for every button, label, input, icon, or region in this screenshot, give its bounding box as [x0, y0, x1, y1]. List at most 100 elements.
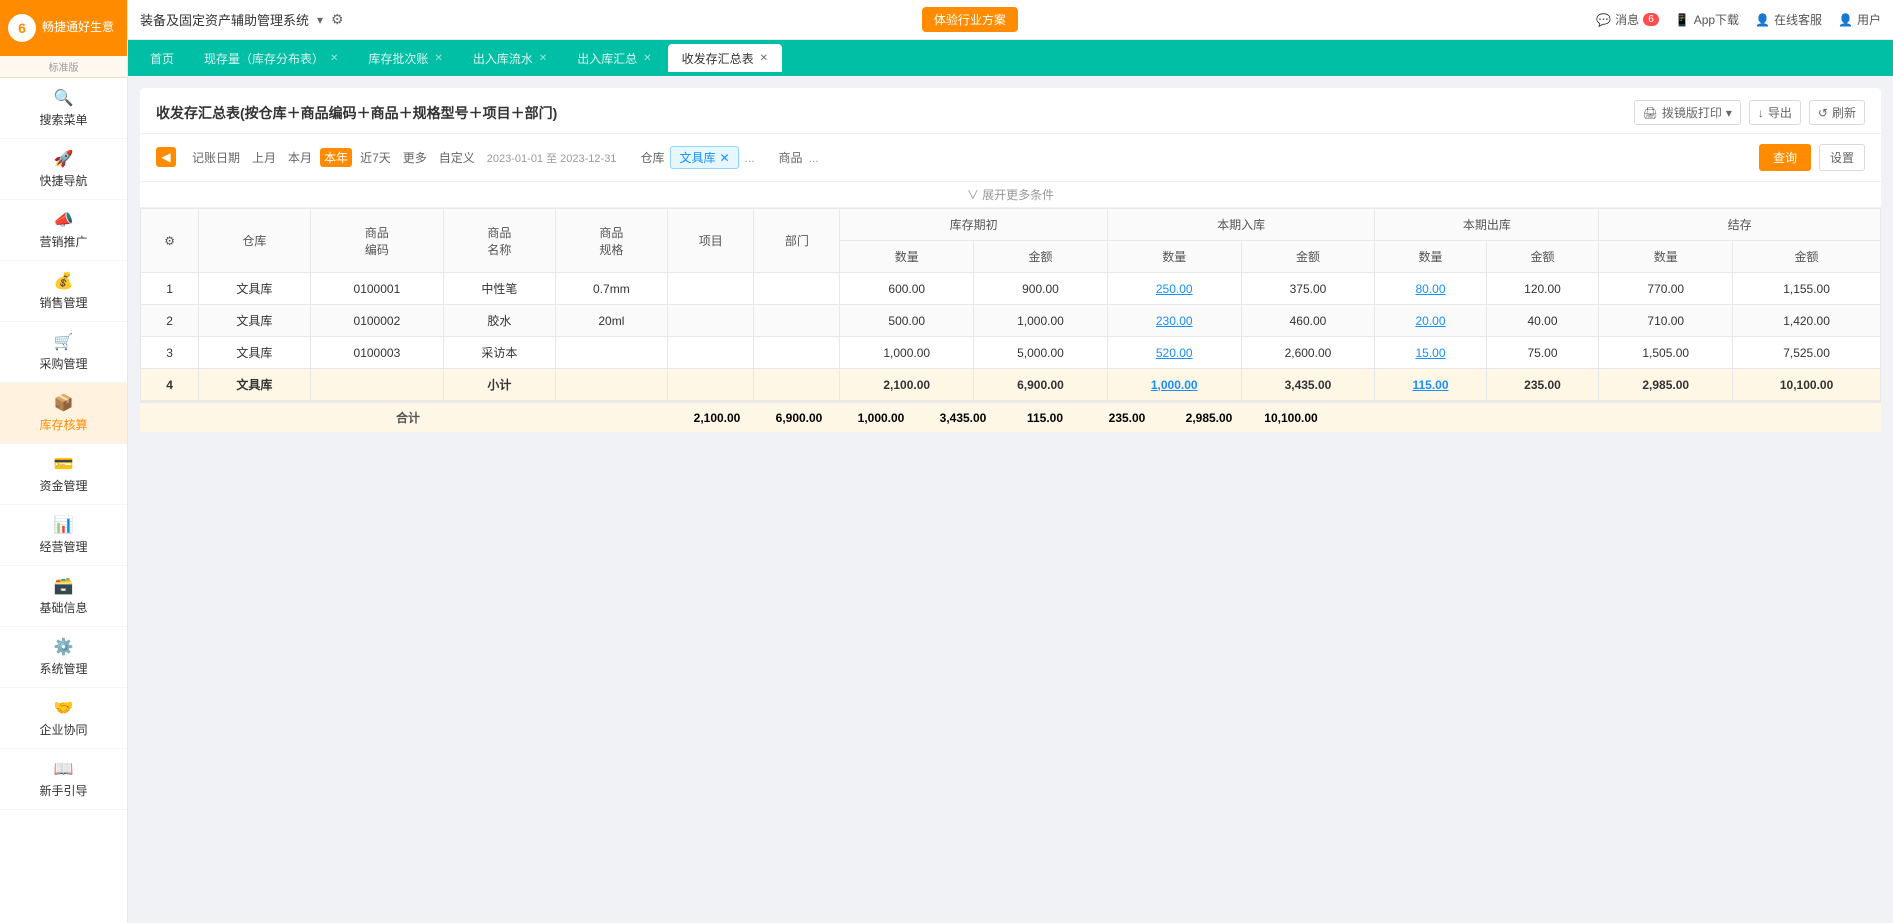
- sidebar-item-quicknav[interactable]: 🚀 快捷导航: [0, 139, 127, 200]
- sidebar-item-marketing[interactable]: 📣 营销推广: [0, 200, 127, 261]
- sidebar-item-guide[interactable]: 📖 新手引导: [0, 749, 127, 810]
- th-warehouse: 仓库: [199, 209, 310, 273]
- handshake-icon: 🤝: [54, 698, 74, 718]
- tab-label: 出入库汇总: [577, 50, 637, 67]
- th-in-amt: 金额: [1241, 241, 1375, 273]
- warehouse-tag: 文具库 ✕: [670, 146, 738, 169]
- sidebar-item-basic-info[interactable]: 🗃️ 基础信息: [0, 566, 127, 627]
- warehouse-tag-close-icon[interactable]: ✕: [719, 151, 729, 165]
- user-icon: 👤: [1838, 13, 1853, 27]
- date-opt-custom[interactable]: 自定义: [435, 148, 479, 167]
- sidebar-item-purchase[interactable]: 🛒 采购管理: [0, 322, 127, 383]
- cell-qty-out[interactable]: 20.00: [1375, 305, 1486, 337]
- logo-icon: 6: [8, 14, 36, 42]
- cell-qty-bal: 770.00: [1599, 273, 1733, 305]
- cell-qty-in[interactable]: 250.00: [1107, 273, 1241, 305]
- th-dept: 部门: [754, 209, 840, 273]
- cell-qty-out[interactable]: 80.00: [1375, 273, 1486, 305]
- tab-home-label: 首页: [150, 50, 174, 67]
- cell-amt-out: 40.00: [1486, 305, 1599, 337]
- tab-close-icon[interactable]: ✕: [434, 53, 442, 64]
- cell-amt-in: 3,435.00: [1241, 369, 1375, 401]
- tab-label: 收发存汇总表: [682, 50, 754, 67]
- cell-qty-out[interactable]: 115.00: [1375, 369, 1486, 401]
- sidebar-item-inventory[interactable]: 📦 库存核算: [0, 383, 127, 444]
- th-settings[interactable]: ⚙: [141, 209, 199, 273]
- tab-home[interactable]: 首页: [136, 44, 188, 72]
- cell-name: 中性笔: [444, 273, 555, 305]
- support-icon: 👤: [1755, 13, 1770, 27]
- cell-amt-in: 375.00: [1241, 273, 1375, 305]
- footer-amt-out: 235.00: [1086, 411, 1168, 425]
- filter-setting-button[interactable]: 设置: [1819, 144, 1865, 171]
- tab-batch-account[interactable]: 库存批次账 ✕: [354, 44, 456, 72]
- page-actions: 🖨 拨镜版打印 ▾ ↓ 导出 ↺ 刷新: [1634, 100, 1865, 125]
- content-area: 收发存汇总表(按仓库＋商品编码＋商品＋规格型号＋项目＋部门) 🖨 拨镜版打印 ▾…: [128, 76, 1893, 923]
- tab-label: 库存批次账: [368, 50, 428, 67]
- sidebar-item-system[interactable]: ⚙️ 系统管理: [0, 627, 127, 688]
- message-item[interactable]: 💬 消息 6: [1596, 11, 1659, 28]
- date-opt-7days[interactable]: 近7天: [356, 148, 395, 167]
- app-download-item[interactable]: 📱 App下载: [1675, 11, 1739, 28]
- cell-amt-out: 235.00: [1486, 369, 1599, 401]
- tab-close-icon[interactable]: ✕: [643, 53, 651, 64]
- sidebar-item-management[interactable]: 📊 经营管理: [0, 505, 127, 566]
- sidebar-item-finance[interactable]: 💳 资金管理: [0, 444, 127, 505]
- tab-bar: 首页 现存量（库存分布表） ✕ 库存批次账 ✕ 出入库流水 ✕ 出入库汇总 ✕ …: [128, 40, 1893, 76]
- main-area: 装备及固定资产辅助管理系统 ▾ ⚙ 体验行业方案 💬 消息 6 📱 App下载 …: [128, 0, 1893, 923]
- sidebar-item-sales[interactable]: 💰 销售管理: [0, 261, 127, 322]
- search-icon: 🔍: [54, 88, 74, 108]
- footer-label: 合计: [140, 409, 676, 426]
- cell-qty-in[interactable]: 230.00: [1107, 305, 1241, 337]
- cell-qty-in[interactable]: 1,000.00: [1107, 369, 1241, 401]
- export-button[interactable]: ↓ 导出: [1749, 100, 1801, 125]
- sidebar-item-label: 基础信息: [39, 599, 87, 616]
- try-industry-button[interactable]: 体验行业方案: [922, 7, 1018, 32]
- book-icon: 📖: [54, 759, 74, 779]
- tab-close-icon[interactable]: ✕: [760, 53, 768, 64]
- query-button[interactable]: 查询: [1759, 144, 1811, 171]
- cell-project: [668, 337, 754, 369]
- date-opt-this-month[interactable]: 本月: [284, 148, 316, 167]
- cell-amt-bal: 10,100.00: [1733, 369, 1881, 401]
- cell-amt-init: 5,000.00: [974, 337, 1108, 369]
- date-opt-this-year[interactable]: 本年: [320, 148, 352, 167]
- print-button[interactable]: 🖨 拨镜版打印 ▾: [1634, 100, 1741, 125]
- cell-project: [668, 273, 754, 305]
- tab-close-icon[interactable]: ✕: [539, 53, 547, 64]
- system-dropdown[interactable]: ▾: [317, 13, 323, 27]
- mobile-icon: 📱: [1675, 13, 1690, 27]
- expand-more-conditions[interactable]: ∨ 展开更多条件: [140, 182, 1881, 208]
- sidebar-item-label: 经营管理: [39, 538, 87, 555]
- tab-receipt-summary[interactable]: 收发存汇总表 ✕: [668, 44, 782, 72]
- settings-icon[interactable]: ⚙: [331, 11, 344, 28]
- cell-qty-in[interactable]: 520.00: [1107, 337, 1241, 369]
- table-footer: 合计 2,100.00 6,900.00 1,000.00 3,435.00 1…: [140, 401, 1881, 432]
- cell-amt-init: 900.00: [974, 273, 1108, 305]
- cell-project: [668, 369, 754, 401]
- sidebar-item-search[interactable]: 🔍 搜索菜单: [0, 78, 127, 139]
- user-item[interactable]: 👤 用户: [1838, 11, 1881, 28]
- top-header: 装备及固定资产辅助管理系统 ▾ ⚙ 体验行业方案 💬 消息 6 📱 App下载 …: [128, 0, 1893, 40]
- table-row: 1文具库0100001中性笔0.7mm600.00900.00250.00375…: [141, 273, 1881, 305]
- online-support-item[interactable]: 👤 在线客服: [1755, 11, 1822, 28]
- th-code: 商品编码: [310, 209, 444, 273]
- filter-actions: 查询 设置: [1759, 144, 1865, 171]
- table-row: 2文具库0100002胶水20ml500.001,000.00230.00460…: [141, 305, 1881, 337]
- warehouse-more-button[interactable]: ...: [745, 151, 755, 165]
- cell-spec: [555, 337, 668, 369]
- filter-toggle-button[interactable]: ◀: [156, 147, 176, 167]
- refresh-button[interactable]: ↺ 刷新: [1809, 100, 1865, 125]
- tab-close-icon[interactable]: ✕: [330, 53, 338, 64]
- sidebar-item-cooperation[interactable]: 🤝 企业协同: [0, 688, 127, 749]
- tab-inventory-distribution[interactable]: 现存量（库存分布表） ✕: [190, 44, 352, 72]
- date-opt-more[interactable]: 更多: [399, 148, 431, 167]
- tab-inout-summary[interactable]: 出入库汇总 ✕: [563, 44, 665, 72]
- cell-amt-bal: 7,525.00: [1733, 337, 1881, 369]
- app-download-label: App下载: [1694, 11, 1739, 28]
- cell-qty-out[interactable]: 15.00: [1375, 337, 1486, 369]
- cell-project: [668, 305, 754, 337]
- product-more-button[interactable]: ...: [809, 151, 819, 165]
- tab-inout-flow[interactable]: 出入库流水 ✕: [459, 44, 561, 72]
- date-opt-last-month[interactable]: 上月: [248, 148, 280, 167]
